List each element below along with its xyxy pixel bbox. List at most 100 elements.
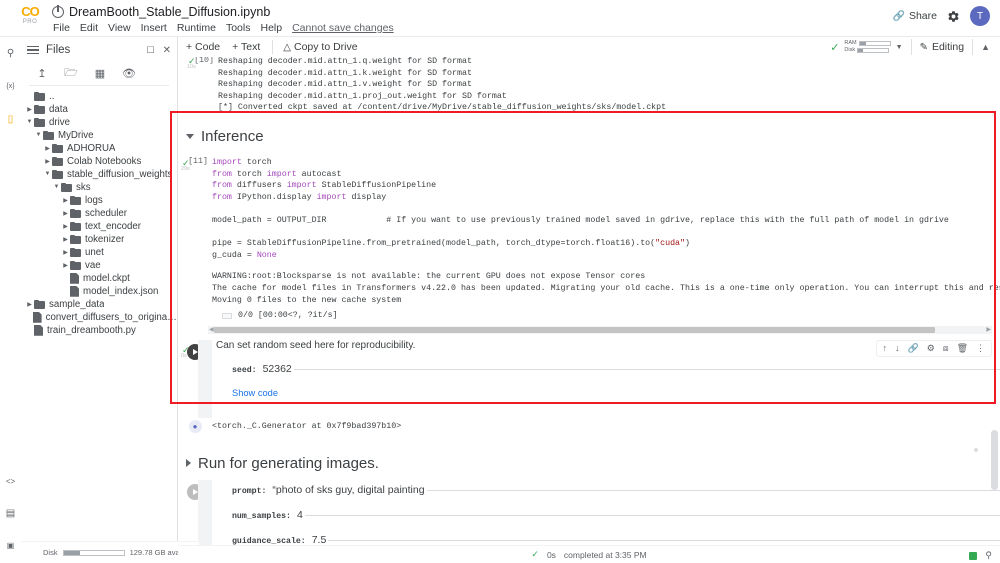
gear-icon[interactable] — [947, 10, 960, 23]
menu-item-view[interactable]: View — [108, 22, 131, 34]
menu-item-file[interactable]: File — [53, 22, 70, 34]
form-field[interactable]: num_samples: 4 — [216, 509, 1000, 521]
copy-to-drive-button[interactable]: △ Copy to Drive — [283, 41, 357, 53]
code-line: from diffusers import StableDiffusionPip… — [212, 181, 437, 191]
chevron-right-icon[interactable]: ▶ — [43, 158, 52, 165]
chevron-right-icon[interactable]: ▶ — [43, 145, 52, 152]
field-value[interactable]: “photo of sks guy, digital painting — [272, 484, 424, 496]
file-tree-item[interactable]: ▶ logs — [25, 194, 177, 207]
file-tree-label: convert_diffusers_to_original_stabl.. — [45, 311, 177, 323]
copy-cell-icon[interactable]: ⧈ — [943, 343, 949, 354]
menu-item-runtime[interactable]: Runtime — [177, 22, 216, 34]
chevron-down-icon[interactable]: ▼ — [43, 171, 52, 177]
save-status-text[interactable]: Cannot save changes — [292, 22, 394, 34]
code-cell-inference[interactable]: ✓ 29s [11] import torch from torch import… — [178, 157, 1000, 261]
file-tree-item[interactable]: ▶ text_encoder — [25, 220, 177, 233]
chevron-down-icon[interactable]: ▼ — [52, 184, 61, 190]
menu-icon[interactable] — [27, 45, 39, 55]
chevron-right-icon[interactable]: ▶ — [61, 249, 70, 256]
menu-item-edit[interactable]: Edit — [80, 22, 98, 34]
seed-input-value[interactable]: 52362 — [263, 363, 292, 375]
chevron-down-icon[interactable] — [186, 133, 194, 139]
chevron-right-icon[interactable]: ▶ — [61, 210, 70, 217]
chevron-right-icon[interactable]: ▶ — [25, 106, 34, 113]
file-tree-item[interactable]: ▶ Colab Notebooks — [25, 155, 177, 168]
link-to-cell-icon[interactable]: 🔗 — [908, 343, 919, 354]
menu-item-insert[interactable]: Insert — [141, 22, 167, 34]
form-field[interactable]: prompt: “photo of sks guy, digital painti… — [216, 484, 1000, 496]
search-icon[interactable]: ⚲ — [3, 45, 19, 61]
file-tree-item[interactable]: ▶ scheduler — [25, 207, 177, 220]
upload-file-icon[interactable]: ↥ — [35, 66, 49, 80]
menu-item-help[interactable]: Help — [260, 22, 282, 34]
file-tree-item[interactable]: ▼ drive — [25, 116, 177, 129]
file-tree-item[interactable]: model.ckpt — [25, 272, 177, 285]
chevron-down-icon[interactable]: ▼ — [34, 132, 43, 138]
file-tree-item[interactable]: ▶ tokenizer — [25, 233, 177, 246]
code-snippets-icon[interactable]: <> — [3, 473, 19, 489]
chevron-down-icon[interactable]: ▼ — [896, 44, 903, 51]
command-palette-icon[interactable]: ▤ — [3, 505, 19, 521]
scrollbar-thumb[interactable] — [214, 326, 936, 333]
move-cell-down-icon[interactable]: ↓ — [895, 343, 900, 354]
chevron-right-icon[interactable]: ▶ — [61, 223, 70, 230]
move-cell-up-icon[interactable]: ↑ — [883, 343, 888, 354]
variables-icon[interactable]: {x} — [3, 78, 19, 94]
colab-logo[interactable]: CO PRO — [8, 4, 52, 25]
section-header-run[interactable]: Run for generating images. — [178, 455, 1000, 472]
page-title[interactable]: DreamBooth_Stable_Diffusion.ipynb — [69, 5, 270, 19]
close-icon[interactable]: ✕ — [163, 45, 171, 56]
form-cell-seed[interactable]: ✓ 0s Can set random seed here for reprod… — [178, 339, 1000, 418]
file-tree-item[interactable]: ▼ stable_diffusion_weights — [25, 168, 177, 181]
form-cell-generate[interactable]: prompt: “photo of sks guy, digital painti… — [178, 479, 1000, 545]
github-circle-icon — [52, 5, 64, 18]
chevron-up-icon[interactable]: ▲ — [981, 42, 990, 52]
chevron-right-icon[interactable]: ▶ — [25, 301, 34, 308]
vertical-scrollbar[interactable] — [991, 430, 998, 490]
resource-usage-indicator[interactable]: ✓ RAM Disk ▼ — [830, 40, 902, 54]
form-field-seed[interactable]: seed: 52362 — [216, 363, 1000, 375]
chevron-down-icon[interactable]: ▼ — [25, 119, 34, 125]
chevron-right-icon[interactable] — [186, 459, 191, 468]
files-icon[interactable]: ▯ — [3, 111, 19, 127]
rail-bottom-icons: <> ▤ ▣ — [0, 473, 21, 553]
mount-drive-icon[interactable]: ▦ — [93, 66, 107, 80]
field-value[interactable]: 7.5 — [312, 534, 327, 545]
code-editor[interactable]: import torch from torch import autocast fr… — [212, 157, 1000, 261]
add-code-cell-button[interactable]: + Code — [186, 41, 220, 53]
file-tree-item[interactable]: ▶ unet — [25, 246, 177, 259]
file-icon — [70, 272, 79, 284]
chevron-right-icon[interactable]: ▶ — [61, 197, 70, 204]
file-tree-item[interactable]: ▼ MyDrive — [25, 129, 177, 142]
horizontal-scrollbar[interactable]: ◀ ▶ — [208, 325, 992, 334]
share-button[interactable]: 🔗 Share — [893, 10, 937, 22]
open-in-new-icon[interactable]: ☐ — [147, 45, 155, 56]
file-tree-item[interactable]: train_dreambooth.py — [25, 324, 177, 337]
file-tree-item[interactable]: ▼ sks — [25, 181, 177, 194]
connection-status-icon[interactable] — [969, 551, 978, 560]
editing-button[interactable]: ✎ Editing — [920, 41, 965, 53]
field-value[interactable]: 4 — [297, 509, 303, 521]
file-tree-item[interactable]: model_index.json — [25, 285, 177, 298]
menu-item-tools[interactable]: Tools — [226, 22, 251, 34]
file-tree-item[interactable]: ▶ data — [25, 103, 177, 116]
add-text-cell-button[interactable]: + Text — [232, 41, 260, 53]
refresh-hidden-icon[interactable]: 👁 — [122, 66, 136, 80]
file-tree-item[interactable]: convert_diffusers_to_original_stabl.. — [25, 311, 177, 324]
show-code-link[interactable]: Show code — [216, 388, 1000, 398]
keyboard-shortcut-icon[interactable]: ⚲ — [985, 550, 992, 561]
chevron-right-icon[interactable]: ▶ — [61, 262, 70, 269]
file-tree-item[interactable]: ▶ ADHORUA — [25, 142, 177, 155]
file-tree-item[interactable]: .. — [25, 90, 177, 103]
avatar[interactable]: T — [970, 6, 990, 26]
form-field[interactable]: guidance_scale: 7.5 — [216, 534, 1000, 545]
file-tree-item[interactable]: ▶ sample_data — [25, 298, 177, 311]
chevron-right-icon[interactable]: ▶ — [61, 236, 70, 243]
more-options-icon[interactable]: ⋮ — [976, 343, 985, 354]
terminal-icon[interactable]: ▣ — [3, 537, 19, 553]
section-header-inference[interactable]: Inference — [178, 128, 1000, 145]
delete-cell-icon[interactable]: 🗑 — [957, 343, 968, 354]
new-folder-icon[interactable]: 🗁 — [64, 66, 78, 80]
cell-settings-icon[interactable]: ⚙ — [927, 343, 935, 354]
file-tree-item[interactable]: ▶ vae — [25, 259, 177, 272]
